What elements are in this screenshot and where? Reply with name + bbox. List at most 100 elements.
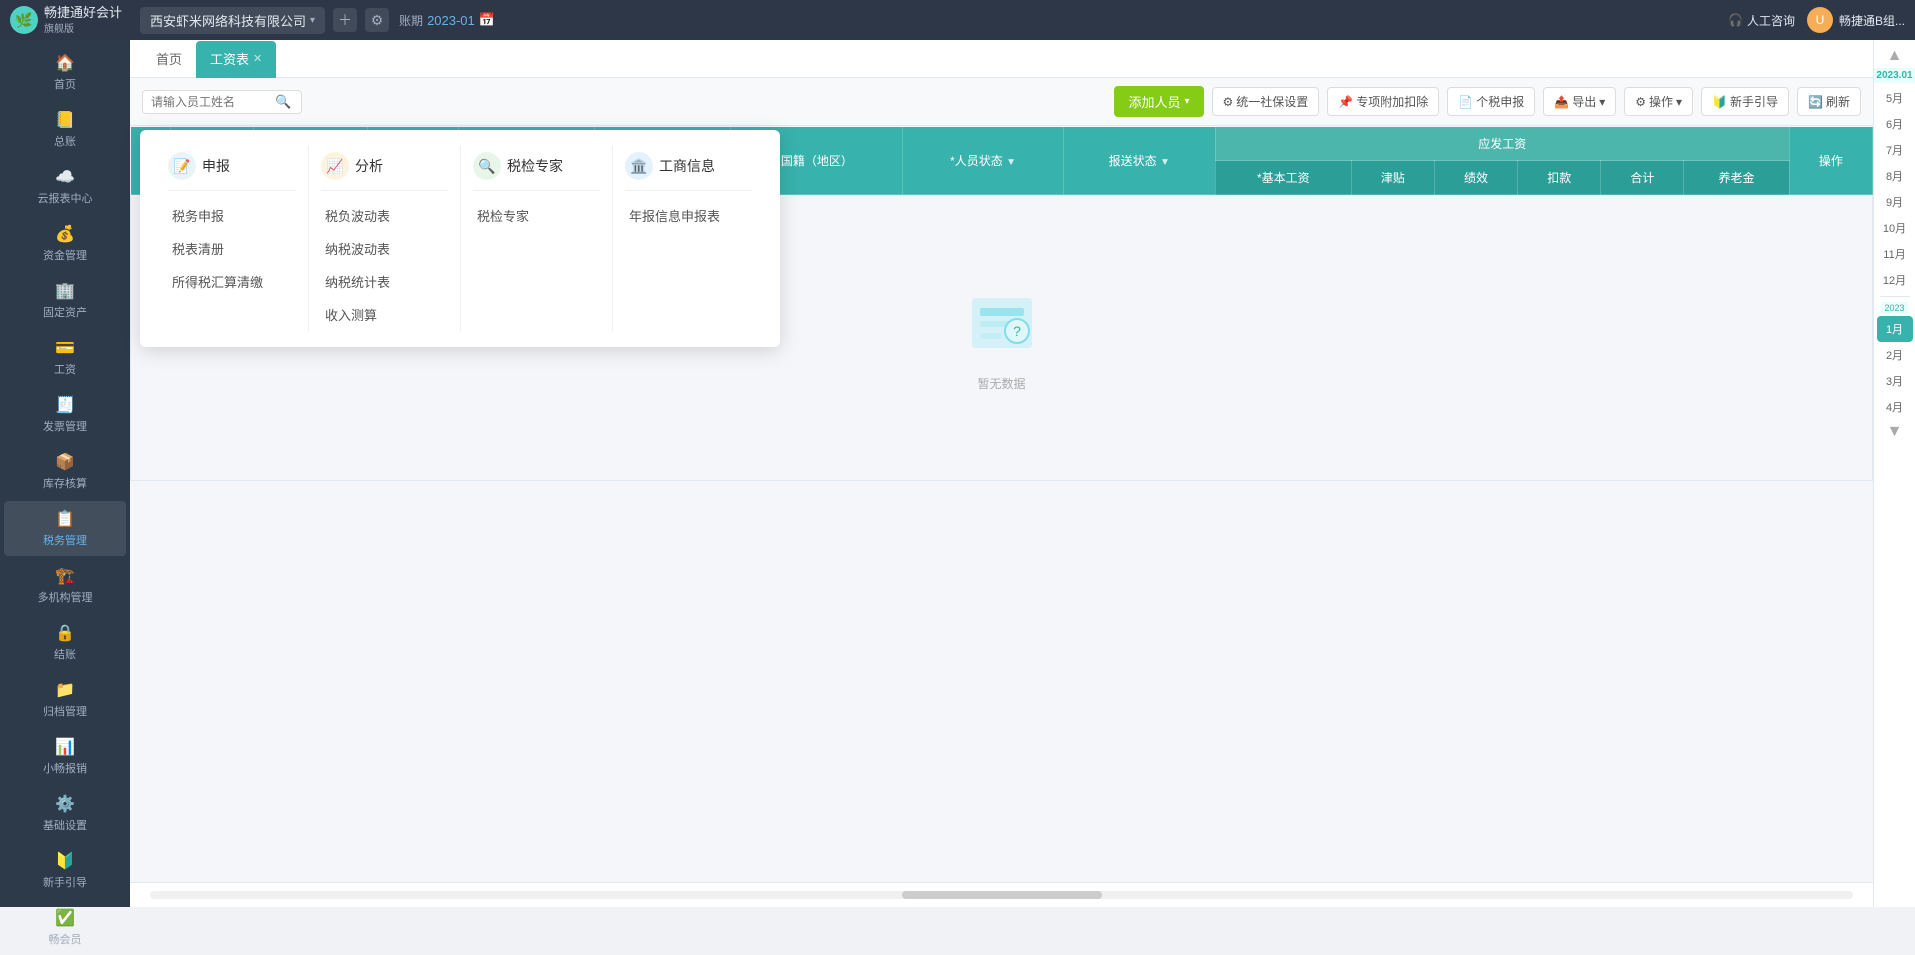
sidebar-item-tax[interactable]: 📋 税务管理 [4, 501, 126, 556]
menu-item-tax-change[interactable]: 纳税波动表 [321, 232, 448, 265]
search-input[interactable] [151, 95, 271, 109]
menu-item-tax-stats[interactable]: 纳税统计表 [321, 265, 448, 298]
cloud-icon: ☁️ [55, 167, 75, 187]
sidebar-label: 新手引导 [43, 874, 87, 890]
dropdown-grid: 📝 申报 税务申报 税表清册 所得税汇算清缴 📈 分析 税负波动表 纳税波动表 … [156, 146, 764, 331]
empty-text: 暂无数据 [977, 375, 1025, 392]
add-icon[interactable]: ＋ [333, 8, 357, 32]
sidebar-item-ledger[interactable]: 📒 总账 [4, 102, 126, 157]
search-box[interactable]: 🔍 [142, 90, 302, 114]
tab-salary-label: 工资表 [210, 49, 249, 68]
cal-nav-down[interactable]: ▼ [1881, 422, 1909, 442]
menu-item-tax-burden[interactable]: 税负波动表 [321, 199, 448, 232]
settings-icon[interactable]: ⚙ [365, 8, 389, 32]
support-label: 人工咨询 [1747, 12, 1795, 29]
th-report-status[interactable]: 报送状态 ▼ [1063, 127, 1215, 195]
cal-month-9[interactable]: 9月 [1877, 189, 1913, 215]
sidebar-item-multi[interactable]: 🏗️ 多机构管理 [4, 558, 126, 613]
cal-month-5[interactable]: 5月 [1877, 85, 1913, 111]
tax-report-label: 个税申报 [1476, 93, 1524, 110]
operation-button[interactable]: ⚙ 操作 ▾ [1624, 87, 1693, 116]
cal-month-4[interactable]: 4月 [1877, 394, 1913, 420]
th-apply-wage-group: 应发工资 [1215, 127, 1789, 161]
sidebar-label: 归档管理 [43, 703, 87, 719]
cal-month-12[interactable]: 12月 [1877, 267, 1913, 293]
sidebar-item-cloud[interactable]: ☁️ 云报表中心 [4, 159, 126, 214]
cal-month-2[interactable]: 2月 [1877, 342, 1913, 368]
sidebar-item-close[interactable]: 🔒 结账 [4, 615, 126, 670]
tab-close-icon[interactable]: ✕ [253, 52, 262, 65]
user-info[interactable]: U 畅捷通B组... [1807, 7, 1905, 33]
special-deduction-button[interactable]: 📌 专项附加扣除 [1327, 87, 1439, 116]
th-deduction: 扣款 [1518, 161, 1601, 195]
salary-icon: 💳 [55, 338, 75, 358]
menu-item-income-tax[interactable]: 所得税汇算清缴 [168, 265, 296, 298]
sidebar-item-home[interactable]: 🏠 首页 [4, 45, 126, 100]
th-total: 合计 [1601, 161, 1684, 195]
cal-month-7[interactable]: 7月 [1877, 137, 1913, 163]
scrollbar[interactable] [150, 891, 1853, 899]
sidebar-item-assets[interactable]: 🏢 固定资产 [4, 273, 126, 328]
sidebar-label: 结账 [54, 646, 76, 662]
th-base-salary: *基本工资 [1215, 161, 1351, 195]
tax-report-button[interactable]: 📄 个税申报 [1447, 87, 1535, 116]
sidebar-item-inventory[interactable]: 📦 库存核算 [4, 444, 126, 499]
report-icon: 📊 [55, 737, 75, 757]
scrollbar-area [130, 882, 1873, 907]
th-status[interactable]: *人员状态 ▼ [903, 127, 1064, 195]
close-period-icon: 🔒 [55, 623, 75, 643]
refresh-label: 刷新 [1826, 93, 1850, 110]
refresh-icon: 🔄 [1808, 95, 1823, 109]
operation-arrow-icon: ▾ [1676, 95, 1682, 109]
cal-month-6[interactable]: 6月 [1877, 111, 1913, 137]
sidebar-label: 工资 [54, 361, 76, 377]
th-performance: 绩效 [1434, 161, 1517, 195]
tab-home[interactable]: 首页 [142, 41, 196, 78]
sidebar-item-report[interactable]: 📊 小畅报销 [4, 729, 126, 784]
cal-month-10[interactable]: 10月 [1877, 215, 1913, 241]
tab-salary[interactable]: 工资表 ✕ [196, 41, 276, 78]
sidebar-label: 小畅报销 [43, 760, 87, 776]
sidebar-item-funds[interactable]: 💰 资金管理 [4, 216, 126, 271]
home-icon: 🏠 [55, 53, 75, 73]
sidebar-label: 多机构管理 [38, 589, 93, 605]
cal-month-1-active[interactable]: 1月 [1877, 316, 1913, 342]
menu-item-income-calc[interactable]: 收入测算 [321, 298, 448, 331]
menu-item-tax-list[interactable]: 税表清册 [168, 232, 296, 265]
sidebar-label: 总账 [54, 133, 76, 149]
operation-icon: ⚙ [1635, 95, 1646, 109]
assets-icon: 🏢 [55, 281, 75, 301]
app-name: 畅捷通好会计 [44, 5, 122, 21]
invoice-icon: 🧾 [55, 395, 75, 415]
guide-button[interactable]: 🔰 新手引导 [1701, 87, 1789, 116]
export-label: 导出 [1572, 93, 1596, 110]
export-button[interactable]: 📤 导出 ▾ [1543, 87, 1616, 116]
cal-month-8[interactable]: 8月 [1877, 163, 1913, 189]
company-selector[interactable]: 西安虾米网络科技有限公司 ▾ [140, 7, 325, 34]
menu-item-annual-report[interactable]: 年报信息申报表 [625, 199, 752, 232]
sidebar-item-settings[interactable]: ⚙️ 基础设置 [4, 786, 126, 841]
cal-month-11[interactable]: 11月 [1877, 241, 1913, 267]
sidebar-item-salary[interactable]: 💳 工资 [4, 330, 126, 385]
sidebar-item-vip[interactable]: ✅ 畅会员 [4, 900, 126, 955]
refresh-button[interactable]: 🔄 刷新 [1797, 87, 1861, 116]
add-person-button[interactable]: 添加人员 ▾ [1114, 86, 1203, 117]
current-year-label: 2023 [1881, 302, 1907, 314]
calendar-icon[interactable]: 📅 [479, 12, 495, 28]
settings-gear-icon: ⚙️ [55, 794, 75, 814]
declaration-icon: 📝 [168, 152, 196, 180]
menu-item-tax-declare[interactable]: 税务申报 [168, 199, 296, 232]
tax-expert-title: 税检专家 [507, 156, 563, 176]
sidebar-item-archive[interactable]: 📁 归档管理 [4, 672, 126, 727]
cal-nav-up[interactable]: ▲ [1881, 46, 1909, 66]
sidebar-label: 固定资产 [43, 304, 87, 320]
sidebar-item-invoice[interactable]: 🧾 发票管理 [4, 387, 126, 442]
sidebar-item-guide[interactable]: 🔰 新手引导 [4, 843, 126, 898]
headset-icon: 🎧 [1728, 13, 1743, 27]
social-insurance-button[interactable]: ⚙ 统一社保设置 [1212, 87, 1320, 116]
menu-item-tax-expert[interactable]: 税检专家 [473, 199, 600, 232]
cal-month-3[interactable]: 3月 [1877, 368, 1913, 394]
guide-label: 新手引导 [1730, 93, 1778, 110]
logo-icon: 🌿 [10, 6, 38, 34]
support-button[interactable]: 🎧 人工咨询 [1728, 12, 1795, 29]
